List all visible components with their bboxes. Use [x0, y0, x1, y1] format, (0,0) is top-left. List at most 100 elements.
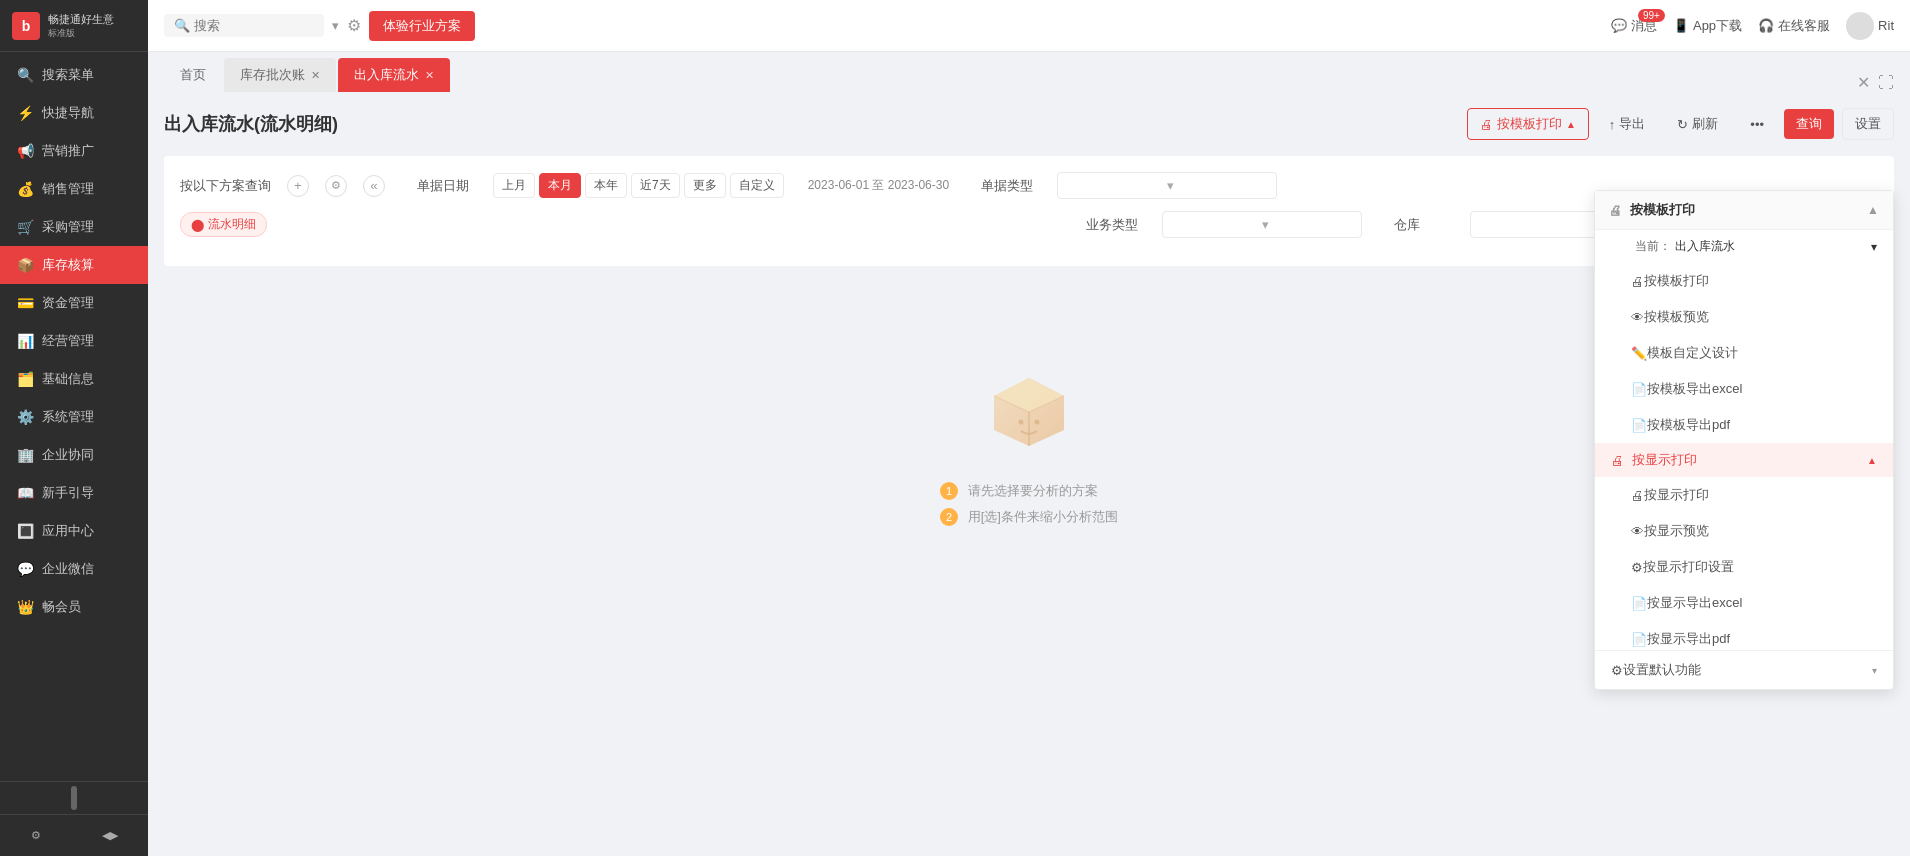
sidebar-item-marketing[interactable]: 📢 营销推广	[0, 132, 148, 170]
window-controls: ✕ ⛶	[1857, 73, 1894, 92]
sidebar-item-finance[interactable]: 💳 资金管理	[0, 284, 148, 322]
sidebar-item-basic[interactable]: 🗂️ 基础信息	[0, 360, 148, 398]
gear-settings-icon[interactable]: ⚙	[347, 16, 361, 35]
finance-icon: 💳	[16, 294, 34, 312]
current-filter-tag[interactable]: ⬤ 流水明细	[180, 212, 267, 237]
dropdown-item-template-export-pdf[interactable]: 📄 按模板导出pdf	[1595, 407, 1893, 443]
sidebar-item-operations[interactable]: 📊 经营管理	[0, 322, 148, 360]
refresh-icon: ↻	[1677, 117, 1688, 132]
sidebar-item-purchase[interactable]: 🛒 采购管理	[0, 208, 148, 246]
filter-tag-icon: ⬤	[191, 218, 204, 232]
set-default-button[interactable]: ⚙ 设置默认功能 ▾	[1595, 651, 1893, 689]
refresh-button[interactable]: ↻ 刷新	[1665, 109, 1730, 139]
filter-settings-button[interactable]: ⚙	[325, 175, 347, 197]
sidebar-item-sales[interactable]: 💰 销售管理	[0, 170, 148, 208]
dropdown-item-template-custom[interactable]: ✏️ 模板自定义设计	[1595, 335, 1893, 371]
more-options-button[interactable]: •••	[1738, 111, 1776, 138]
top-bar: 🔍 ▾ ⚙ 体验行业方案 💬 消息 99+ 📱 App下载 🎧	[148, 0, 1910, 52]
sidebar-item-apps[interactable]: 🔳 应用中心	[0, 512, 148, 550]
template-excel-icon: 📄	[1631, 382, 1647, 397]
dropdown-item-display-print[interactable]: 🖨 按显示打印	[1595, 477, 1893, 513]
sidebar-item-vip[interactable]: 👑 畅会员	[0, 588, 148, 626]
industry-solution-button[interactable]: 体验行业方案	[369, 11, 475, 41]
filter-collapse-icon[interactable]: «	[363, 175, 385, 197]
sidebar-settings-btn[interactable]: ⚙	[23, 825, 49, 846]
business-chevron-icon: ▾	[1262, 217, 1351, 232]
tab-home[interactable]: 首页	[164, 58, 222, 92]
basic-icon: 🗂️	[16, 370, 34, 388]
sidebar-item-quick-nav[interactable]: ⚡ 快捷导航	[0, 94, 148, 132]
dropdown-item-template-print[interactable]: 🖨 按模板打印	[1595, 263, 1893, 299]
sidebar-item-enterprise[interactable]: 🏢 企业协同	[0, 436, 148, 474]
page-actions: 🖨 按模板打印 ▲ ↑ 导出 ↻ 刷新 ••• 查询	[1467, 108, 1894, 140]
sidebar-item-guide[interactable]: 📖 新手引导	[0, 474, 148, 512]
display-print-section-icon: 🖨	[1611, 453, 1624, 468]
logo-icon: b	[12, 12, 40, 40]
print-dropdown-panel: 🖨 按模板打印 ▲ 当前： 出入库流水 ▾ 🖨 按模板打印	[1594, 190, 1894, 690]
page-title: 出入库流水(流水明细)	[164, 112, 338, 136]
user-avatar-button[interactable]: Rit	[1846, 12, 1894, 40]
dropdown-item-display-settings[interactable]: ⚙ 按显示打印设置	[1595, 549, 1893, 585]
printer-icon: 🖨	[1480, 117, 1493, 132]
system-icon: ⚙️	[16, 408, 34, 426]
empty-state-icon	[979, 358, 1079, 458]
date-last-month-btn[interactable]: 上月	[493, 173, 535, 198]
window-expand-button[interactable]: ⛶	[1878, 74, 1894, 92]
dropdown-footer: ⚙ 设置默认功能 ▾	[1595, 650, 1893, 689]
tab-in-out-flow-close[interactable]: ✕	[425, 69, 434, 82]
date-more-btn[interactable]: 更多	[684, 173, 726, 198]
apps-icon: 🔳	[16, 522, 34, 540]
settings-button[interactable]: 设置	[1842, 108, 1894, 140]
sidebar-item-inventory[interactable]: 📦 库存核算	[0, 246, 148, 284]
template-pdf-icon: 📄	[1631, 418, 1647, 433]
export-button[interactable]: ↑ 导出	[1597, 109, 1658, 139]
dropdown-item-display-preview[interactable]: 👁 按显示预览	[1595, 513, 1893, 549]
dropdown-arrow-icon[interactable]: ▾	[332, 18, 339, 33]
search-icon: 🔍	[174, 18, 190, 33]
customer-service-button[interactable]: 🎧 在线客服	[1758, 17, 1830, 35]
app-download-button[interactable]: 📱 App下载	[1673, 17, 1742, 35]
top-bar-right: 💬 消息 99+ 📱 App下载 🎧 在线客服 Rit	[1611, 12, 1894, 40]
tab-batch-account[interactable]: 库存批次账 ✕	[224, 58, 336, 92]
dropdown-item-display-pdf[interactable]: 📄 按显示导出pdf	[1595, 621, 1893, 650]
search-input[interactable]	[194, 18, 294, 33]
messages-button[interactable]: 💬 消息 99+	[1611, 17, 1657, 35]
business-type-select[interactable]: ▾	[1162, 211, 1362, 238]
template-custom-icon: ✏️	[1631, 346, 1647, 361]
sidebar-nav: 🔍 搜索菜单 ⚡ 快捷导航 📢 营销推广 💰 销售管理 🛒 采购管理 📦	[0, 52, 148, 781]
sidebar-item-wechat[interactable]: 💬 企业微信	[0, 550, 148, 588]
dropdown-item-template-export-excel[interactable]: 📄 按模板导出excel	[1595, 371, 1893, 407]
query-button[interactable]: 查询	[1784, 109, 1834, 139]
warehouse-label: 仓库	[1394, 216, 1454, 234]
print-header-icon: 🖨	[1609, 203, 1622, 218]
dropdown-item-display-excel[interactable]: 📄 按显示导出excel	[1595, 585, 1893, 621]
operations-icon: 📊	[16, 332, 34, 350]
sidebar-item-search[interactable]: 🔍 搜索菜单	[0, 56, 148, 94]
add-filter-button[interactable]: +	[287, 175, 309, 197]
display-pdf-icon: 📄	[1631, 632, 1647, 647]
dropdown-item-template-preview[interactable]: 👁 按模板预览	[1595, 299, 1893, 335]
tab-batch-account-close[interactable]: ✕	[311, 69, 320, 82]
top-search-box[interactable]: 🔍	[164, 14, 324, 37]
window-close-button[interactable]: ✕	[1857, 73, 1870, 92]
collapse-icon: ◀▶	[102, 829, 118, 842]
phone-icon: 📱	[1673, 18, 1689, 33]
print-template-button[interactable]: 🖨 按模板打印 ▲	[1467, 108, 1589, 140]
date-custom-btn[interactable]: 自定义	[730, 173, 784, 198]
dropdown-header-chevron-icon[interactable]: ▲	[1867, 203, 1879, 217]
date-current-month-btn[interactable]: 本月	[539, 173, 581, 198]
tab-in-out-flow[interactable]: 出入库流水 ✕	[338, 58, 450, 92]
date-last-7-btn[interactable]: 近7天	[631, 173, 680, 198]
inventory-icon: 📦	[16, 256, 34, 274]
marketing-icon: 📢	[16, 142, 34, 160]
date-filters: 上月 本月 本年 近7天 更多 自定义	[493, 173, 784, 198]
main-content: 🔍 ▾ ⚙ 体验行业方案 💬 消息 99+ 📱 App下载 🎧	[148, 0, 1910, 856]
hint-number-2: 2	[940, 508, 958, 526]
sidebar-collapse-btn[interactable]: ◀▶	[94, 825, 126, 846]
empty-hint: 1 请先选择要分析的方案 2 用[选]条件来缩小分析范围	[940, 478, 1118, 530]
date-current-year-btn[interactable]: 本年	[585, 173, 627, 198]
display-print-section-header[interactable]: 🖨 按显示打印 ▲	[1595, 443, 1893, 477]
settings-gear-icon: ⚙	[31, 829, 41, 842]
sidebar-item-system[interactable]: ⚙️ 系统管理	[0, 398, 148, 436]
doc-type-select[interactable]: ▾	[1057, 172, 1277, 199]
